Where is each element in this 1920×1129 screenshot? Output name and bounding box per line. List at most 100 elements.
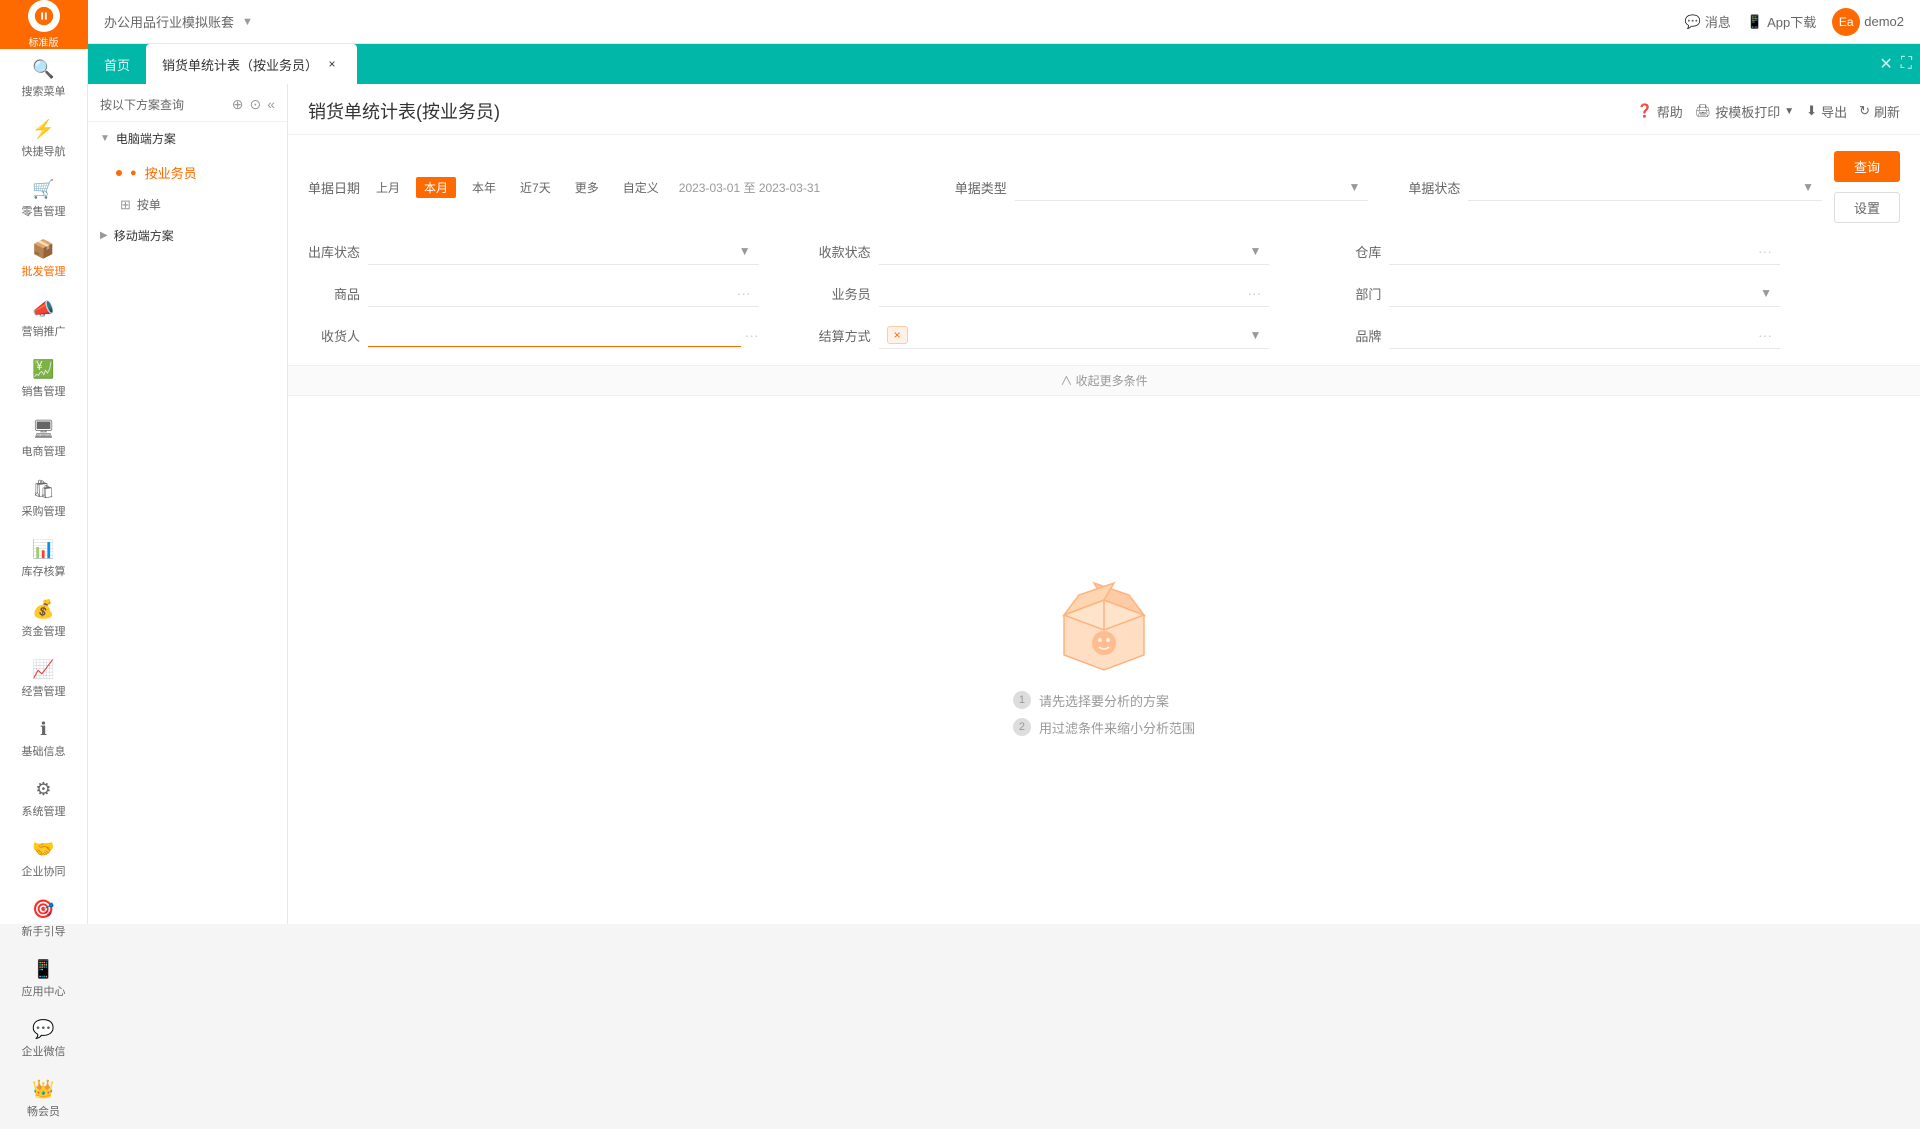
filter-settlement: 结算方式 × ▼ (819, 321, 1270, 349)
doc-status-arrow: ▼ (1802, 180, 1814, 194)
print-dropdown-icon: ▼ (1784, 106, 1794, 117)
step-1-num: 1 (1013, 691, 1031, 709)
sidebar-item-sales[interactable]: 💹 销售管理 (22, 349, 66, 409)
salesman-select[interactable]: ··· (879, 279, 1270, 307)
sidebar-item-enterprise[interactable]: 🤝 企业协同 (22, 829, 66, 889)
sidebar-item-wholesale[interactable]: 📦 批发管理 (22, 229, 66, 289)
left-panel: 按以下方案查询 ⊕ ⊙ « ▼ 电脑端方案 ● 按业务员 ⊞ (88, 84, 288, 924)
sidebar-label-search: 搜索菜单 (22, 83, 66, 99)
sidebar-item-ecommerce[interactable]: 🖥 电商管理 (22, 409, 66, 469)
brand-select[interactable]: ··· (1389, 321, 1780, 349)
page-header: 销货单统计表(按业务员) ❓ 帮助 🖨 按模板打印 ▼ ⬇ 导出 (288, 84, 1920, 135)
collapse-filter-bar[interactable]: ∧ 收起更多条件 (288, 366, 1920, 396)
sidebar-item-search[interactable]: 🔍 搜索菜单 (22, 49, 66, 109)
phone-icon: 📱 (1747, 14, 1763, 30)
content-area: 按以下方案查询 ⊕ ⊙ « ▼ 电脑端方案 ● 按业务员 ⊞ (88, 84, 1920, 924)
sidebar-label-sales: 销售管理 (22, 383, 66, 399)
settings-btn[interactable]: 设置 (1834, 192, 1900, 223)
sidebar-item-basic[interactable]: ℹ 基础信息 (22, 709, 66, 769)
workspace-dropdown-icon[interactable]: ▼ (242, 16, 253, 28)
export-btn[interactable]: ⬇ 导出 (1806, 102, 1847, 121)
doc-status-label: 单据状态 (1408, 178, 1468, 197)
right-panel: 销货单统计表(按业务员) ❓ 帮助 🖨 按模板打印 ▼ ⬇ 导出 (288, 84, 1920, 924)
payment-status-select[interactable]: ▼ (879, 237, 1270, 265)
tab-home[interactable]: 首页 (88, 44, 146, 84)
filter-row-1: 单据日期 上月 本月 本年 近7天 更多 自定义 2023-03-01 至 20… (308, 151, 1900, 223)
refresh-btn[interactable]: ↻ 刷新 (1859, 102, 1900, 121)
tab-close-btn[interactable]: × (324, 56, 340, 72)
consignee-input[interactable] (368, 323, 741, 347)
add-scheme-btn[interactable]: ⊕ (232, 96, 244, 113)
collapse-panel-btn[interactable]: « (267, 96, 275, 113)
filter-row-2: 出库状态 ▼ 收款状态 ▼ (308, 237, 1900, 265)
workspace-selector[interactable]: 办公用品行业模拟账套 ▼ (104, 12, 253, 31)
main-area: 办公用品行业模拟账套 ▼ 💬 消息 📱 App下载 Ea demo2 首页 (88, 0, 1920, 924)
filter-doc-type: 单据类型 ▼ (955, 173, 1369, 201)
scheme-icon: ● (130, 167, 137, 179)
message-btn[interactable]: 💬 消息 (1685, 12, 1731, 31)
brand-more-icon: ··· (1758, 327, 1772, 343)
date-btn-last-month[interactable]: 上月 (368, 177, 408, 198)
logo-icon (28, 0, 60, 32)
help-btn[interactable]: ❓ 帮助 (1637, 102, 1683, 121)
sidebar-item-operation[interactable]: 📈 经营管理 (22, 649, 66, 709)
scheme-item-order[interactable]: ⊞ 按单 (88, 190, 287, 219)
refresh-icon: ↻ (1859, 103, 1870, 119)
sidebar: 标准版 🔍 搜索菜单 ⚡ 快捷导航 🛒 零售管理 📦 批发管理 📣 营销推广 💹… (0, 0, 88, 924)
sidebar-item-wechat[interactable]: 💬 企业微信 (22, 1009, 66, 1069)
query-btn[interactable]: 查询 (1834, 151, 1900, 182)
scheme-item-salesman[interactable]: ● 按业务员 (88, 155, 287, 190)
warehouse-select[interactable]: ··· (1389, 237, 1780, 265)
sidebar-item-quicknav[interactable]: ⚡ 快捷导航 (22, 109, 66, 169)
settlement-select[interactable]: × ▼ (879, 321, 1270, 349)
empty-illustration (1044, 575, 1164, 675)
date-btn-this-month[interactable]: 本月 (416, 177, 456, 198)
sidebar-item-marketing[interactable]: 📣 营销推广 (22, 289, 66, 349)
date-btn-this-year[interactable]: 本年 (464, 177, 504, 198)
wechat-icon: 💬 (32, 1019, 54, 1040)
app-download-btn[interactable]: 📱 App下载 (1747, 12, 1816, 31)
step-2-label: 用过滤条件来缩小分析范围 (1039, 718, 1195, 737)
doc-type-arrow: ▼ (1348, 180, 1360, 194)
doc-status-select[interactable]: ▼ (1468, 173, 1822, 201)
date-btn-more[interactable]: 更多 (567, 177, 607, 198)
enterprise-icon: 🤝 (32, 839, 54, 860)
filter-doc-status: 单据状态 ▼ (1408, 173, 1822, 201)
department-select[interactable]: ▼ (1389, 279, 1780, 307)
out-status-select[interactable]: ▼ (368, 237, 759, 265)
user-profile-btn[interactable]: Ea demo2 (1832, 8, 1904, 36)
settlement-arrow: ▼ (1249, 328, 1261, 342)
mobile-scheme-title[interactable]: ▶ 移动端方案 (88, 219, 287, 252)
tab-expand-icon[interactable]: ⛶ (1901, 55, 1912, 73)
quicknav-icon: ⚡ (32, 119, 54, 140)
left-panel-actions: ⊕ ⊙ « (232, 96, 275, 113)
sidebar-label-newbie: 新手引导 (22, 923, 66, 939)
sidebar-item-newbie[interactable]: 🎯 新手引导 (22, 889, 66, 949)
doc-type-select[interactable]: ▼ (1015, 173, 1369, 201)
date-btn-7days[interactable]: 近7天 (512, 177, 559, 198)
sales-icon: 💹 (32, 359, 54, 380)
sidebar-item-appstore[interactable]: 📱 应用中心 (22, 949, 66, 1009)
scheme-item-salesman-label: 按业务员 (145, 163, 197, 182)
desktop-scheme-title[interactable]: ▼ 电脑端方案 (88, 122, 287, 155)
sidebar-item-finance[interactable]: 💰 资金管理 (22, 589, 66, 649)
template-print-btn[interactable]: 🖨 按模板打印 ▼ (1695, 102, 1794, 121)
scheme-sub-icon: ⊞ (120, 197, 131, 213)
sidebar-item-member[interactable]: 👑 畅会员 (22, 1069, 66, 1129)
sidebar-item-retail[interactable]: 🛒 零售管理 (22, 169, 66, 229)
tab-sales-stat[interactable]: 销货单统计表（按业务员） × (146, 44, 357, 84)
settings-scheme-btn[interactable]: ⊙ (249, 96, 261, 113)
export-icon: ⬇ (1806, 103, 1817, 119)
goods-select[interactable]: ··· (368, 279, 759, 307)
user-name: demo2 (1864, 14, 1904, 29)
sidebar-item-purchase[interactable]: 🛍 采购管理 (22, 469, 66, 529)
sidebar-item-inventory[interactable]: 📊 库存核算 (22, 529, 66, 589)
filter-brand: 品牌 ··· (1329, 321, 1780, 349)
tab-close-all-icon[interactable]: ✕ (1879, 54, 1892, 74)
settlement-tag-remove[interactable]: × (894, 328, 901, 342)
sidebar-label-operation: 经营管理 (22, 683, 66, 699)
warehouse-label: 仓库 (1329, 242, 1389, 261)
filter-department: 部门 ▼ (1329, 279, 1780, 307)
sidebar-item-system[interactable]: ⚙ 系统管理 (22, 769, 66, 829)
date-btn-custom[interactable]: 自定义 (615, 177, 667, 198)
